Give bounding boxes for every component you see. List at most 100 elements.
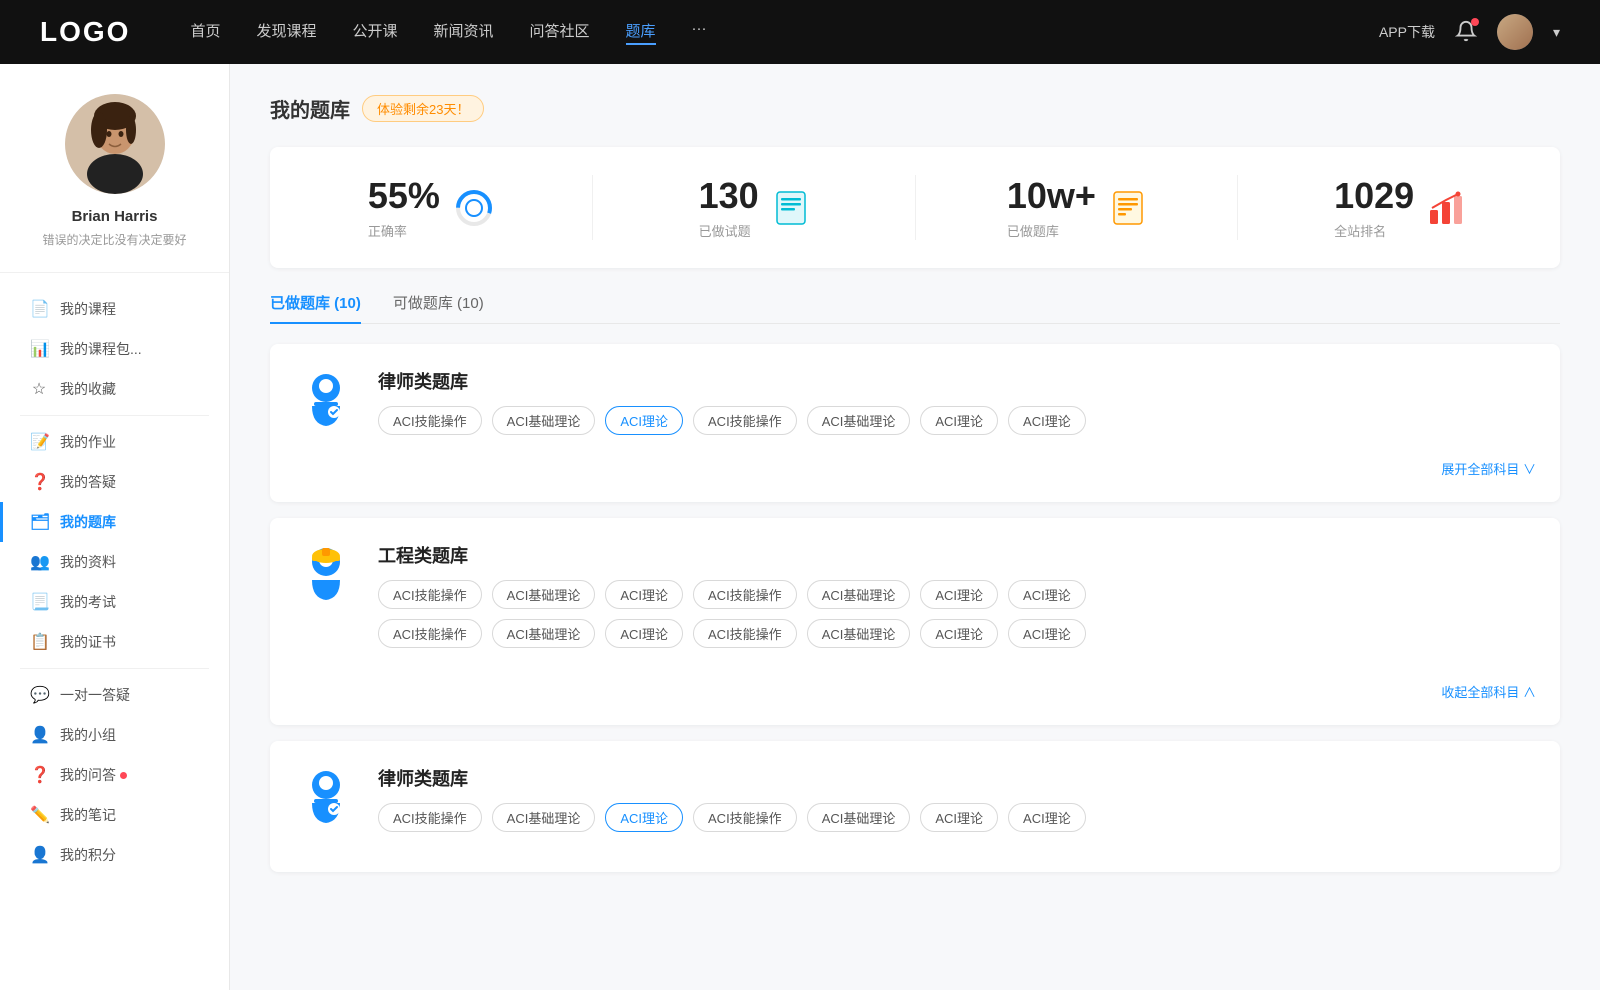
notes-icon: ✏️ — [30, 805, 48, 825]
nav-menu: 首页 发现课程 公开课 新闻资讯 问答社区 题库 ··· — [190, 20, 1379, 45]
sidebar-label-materials: 我的资料 — [60, 552, 116, 572]
nav-news[interactable]: 新闻资讯 — [434, 20, 494, 45]
one-on-one-icon: 💬 — [30, 685, 48, 705]
sidebar-menu: 📄 我的课程 📊 我的课程包... ☆ 我的收藏 📝 我的作业 ❓ 我的答疑 � — [0, 289, 229, 875]
stat-ranking: 1029 全站排名 — [1238, 175, 1560, 240]
quiz-bank-1-name: 律师类题库 — [378, 368, 1536, 394]
sidebar-divider-2 — [20, 668, 209, 669]
logo[interactable]: LOGO — [40, 16, 130, 48]
sidebar-item-notes[interactable]: ✏️ 我的笔记 — [0, 795, 229, 835]
quiz-tag[interactable]: ACI技能操作 — [693, 619, 797, 648]
nav-mooc[interactable]: 公开课 — [352, 20, 397, 45]
nav-qa[interactable]: 问答社区 — [530, 20, 590, 45]
sidebar-label-certificate: 我的证书 — [60, 632, 116, 652]
sidebar-item-courses[interactable]: 📄 我的课程 — [0, 289, 229, 329]
quiz-tag-active-3[interactable]: ACI理论 — [605, 803, 683, 832]
sidebar-item-my-qa[interactable]: ❓ 我的问答 — [0, 755, 229, 795]
sidebar-label-homework: 我的作业 — [60, 432, 116, 452]
tab-done-banks[interactable]: 已做题库 (10) — [270, 292, 361, 323]
user-dropdown-icon[interactable]: ▾ — [1553, 24, 1560, 41]
quiz-tag[interactable]: ACI基础理论 — [807, 619, 911, 648]
lawyer-icon-2 — [294, 765, 358, 829]
quiz-bank-1-tags: ACI技能操作 ACI基础理论 ACI理论 ACI技能操作 ACI基础理论 AC… — [378, 406, 1536, 435]
quiz-tag[interactable]: ACI理论 — [605, 580, 683, 609]
quiz-card-1-header: 律师类题库 ACI技能操作 ACI基础理论 ACI理论 ACI技能操作 ACI基… — [294, 368, 1536, 435]
stat-done-questions-label: 已做试题 — [699, 221, 759, 240]
quiz-tag[interactable]: ACI技能操作 — [693, 580, 797, 609]
sidebar-item-quiz-bank[interactable]: 🗂 我的题库 — [0, 502, 229, 542]
quiz-card-2-header: 工程类题库 ACI技能操作 ACI基础理论 ACI理论 ACI技能操作 ACI基… — [294, 542, 1536, 658]
avatar — [65, 94, 165, 194]
navbar-right: APP下载 ▾ — [1379, 14, 1560, 50]
sidebar-item-points[interactable]: 👤 我的积分 — [0, 835, 229, 875]
quiz-tag[interactable]: ACI理论 — [1008, 803, 1086, 832]
quiz-tag[interactable]: ACI基础理论 — [492, 619, 596, 648]
quiz-tag[interactable]: ACI技能操作 — [378, 619, 482, 648]
sidebar-divider-1 — [20, 415, 209, 416]
sidebar-label-points: 我的积分 — [60, 845, 116, 865]
quiz-tag[interactable]: ACI基础理论 — [492, 803, 596, 832]
quiz-tag[interactable]: ACI基础理论 — [492, 580, 596, 609]
sidebar-label-qa: 我的答疑 — [60, 472, 116, 492]
notification-bell-icon[interactable] — [1455, 20, 1477, 45]
quiz-bank-2-tags-row2: ACI技能操作 ACI基础理论 ACI理论 ACI技能操作 ACI基础理论 AC… — [378, 619, 1536, 648]
quiz-tag[interactable]: ACI基础理论 — [807, 406, 911, 435]
quiz-tag[interactable]: ACI技能操作 — [378, 803, 482, 832]
quiz-tag[interactable]: ACI理论 — [1008, 580, 1086, 609]
stat-accuracy-number: 55% — [368, 175, 440, 217]
quiz-tag[interactable]: ACI理论 — [920, 619, 998, 648]
sidebar-item-group[interactable]: 👤 我的小组 — [0, 715, 229, 755]
course-packages-icon: 📊 — [30, 339, 48, 359]
stats-row: 55% 正确率 130 已做试题 — [270, 147, 1560, 268]
stat-accuracy-label: 正确率 — [368, 221, 440, 240]
tab-available-banks[interactable]: 可做题库 (10) — [393, 292, 484, 323]
sidebar-label-group: 我的小组 — [60, 725, 116, 745]
quiz-tag-active[interactable]: ACI理论 — [605, 406, 683, 435]
sidebar-item-course-packages[interactable]: 📊 我的课程包... — [0, 329, 229, 369]
quiz-tag[interactable]: ACI技能操作 — [378, 406, 482, 435]
quiz-bank-icon: 🗂 — [30, 512, 48, 532]
app-download-button[interactable]: APP下载 — [1379, 22, 1435, 42]
materials-icon: 👥 — [30, 552, 48, 572]
quiz-tag[interactable]: ACI理论 — [920, 580, 998, 609]
quiz-tag[interactable]: ACI理论 — [1008, 406, 1086, 435]
quiz-tag[interactable]: ACI理论 — [1008, 619, 1086, 648]
sidebar-item-qa[interactable]: ❓ 我的答疑 — [0, 462, 229, 502]
sidebar-item-materials[interactable]: 👥 我的资料 — [0, 542, 229, 582]
sidebar-item-certificate[interactable]: 📋 我的证书 — [0, 622, 229, 662]
page-title: 我的题库 — [270, 94, 350, 123]
collapse-link-2[interactable]: 收起全部科目 ∧ — [294, 674, 1536, 701]
quiz-tag[interactable]: ACI基础理论 — [807, 803, 911, 832]
quiz-tag[interactable]: ACI理论 — [920, 803, 998, 832]
quiz-tag[interactable]: ACI基础理论 — [807, 580, 911, 609]
nav-quiz[interactable]: 题库 — [626, 20, 656, 45]
quiz-tag[interactable]: ACI基础理论 — [492, 406, 596, 435]
quiz-tag[interactable]: ACI技能操作 — [693, 803, 797, 832]
exam-icon: 📃 — [30, 592, 48, 612]
user-avatar-nav[interactable] — [1497, 14, 1533, 50]
done-questions-icon — [773, 190, 809, 226]
quiz-tag[interactable]: ACI理论 — [920, 406, 998, 435]
nav-discover[interactable]: 发现课程 — [256, 20, 316, 45]
nav-more[interactable]: ··· — [692, 20, 707, 45]
nav-home[interactable]: 首页 — [190, 20, 220, 45]
quiz-tag[interactable]: ACI技能操作 — [378, 580, 482, 609]
quiz-tag[interactable]: ACI理论 — [605, 619, 683, 648]
sidebar-item-favorites[interactable]: ☆ 我的收藏 — [0, 369, 229, 409]
quiz-card-engineer: 工程类题库 ACI技能操作 ACI基础理论 ACI理论 ACI技能操作 ACI基… — [270, 518, 1560, 725]
my-qa-icon: ❓ — [30, 765, 48, 785]
sidebar-label-courses: 我的课程 — [60, 299, 116, 319]
sidebar-label-notes: 我的笔记 — [60, 805, 116, 825]
sidebar-item-one-on-one[interactable]: 💬 一对一答疑 — [0, 675, 229, 715]
sidebar-item-exam[interactable]: 📃 我的考试 — [0, 582, 229, 622]
points-icon: 👤 — [30, 845, 48, 865]
quiz-card-lawyer-1: 律师类题库 ACI技能操作 ACI基础理论 ACI理论 ACI技能操作 ACI基… — [270, 344, 1560, 502]
expand-link-1[interactable]: 展开全部科目 ∨ — [294, 451, 1536, 478]
sidebar: Brian Harris 错误的决定比没有决定要好 📄 我的课程 📊 我的课程包… — [0, 64, 230, 990]
certificate-icon: 📋 — [30, 632, 48, 652]
trial-badge: 体验剩余23天！ — [362, 95, 484, 122]
stat-ranking-number: 1029 — [1334, 175, 1414, 217]
quiz-tag[interactable]: ACI技能操作 — [693, 406, 797, 435]
engineer-icon — [294, 542, 358, 606]
sidebar-item-homework[interactable]: 📝 我的作业 — [0, 422, 229, 462]
